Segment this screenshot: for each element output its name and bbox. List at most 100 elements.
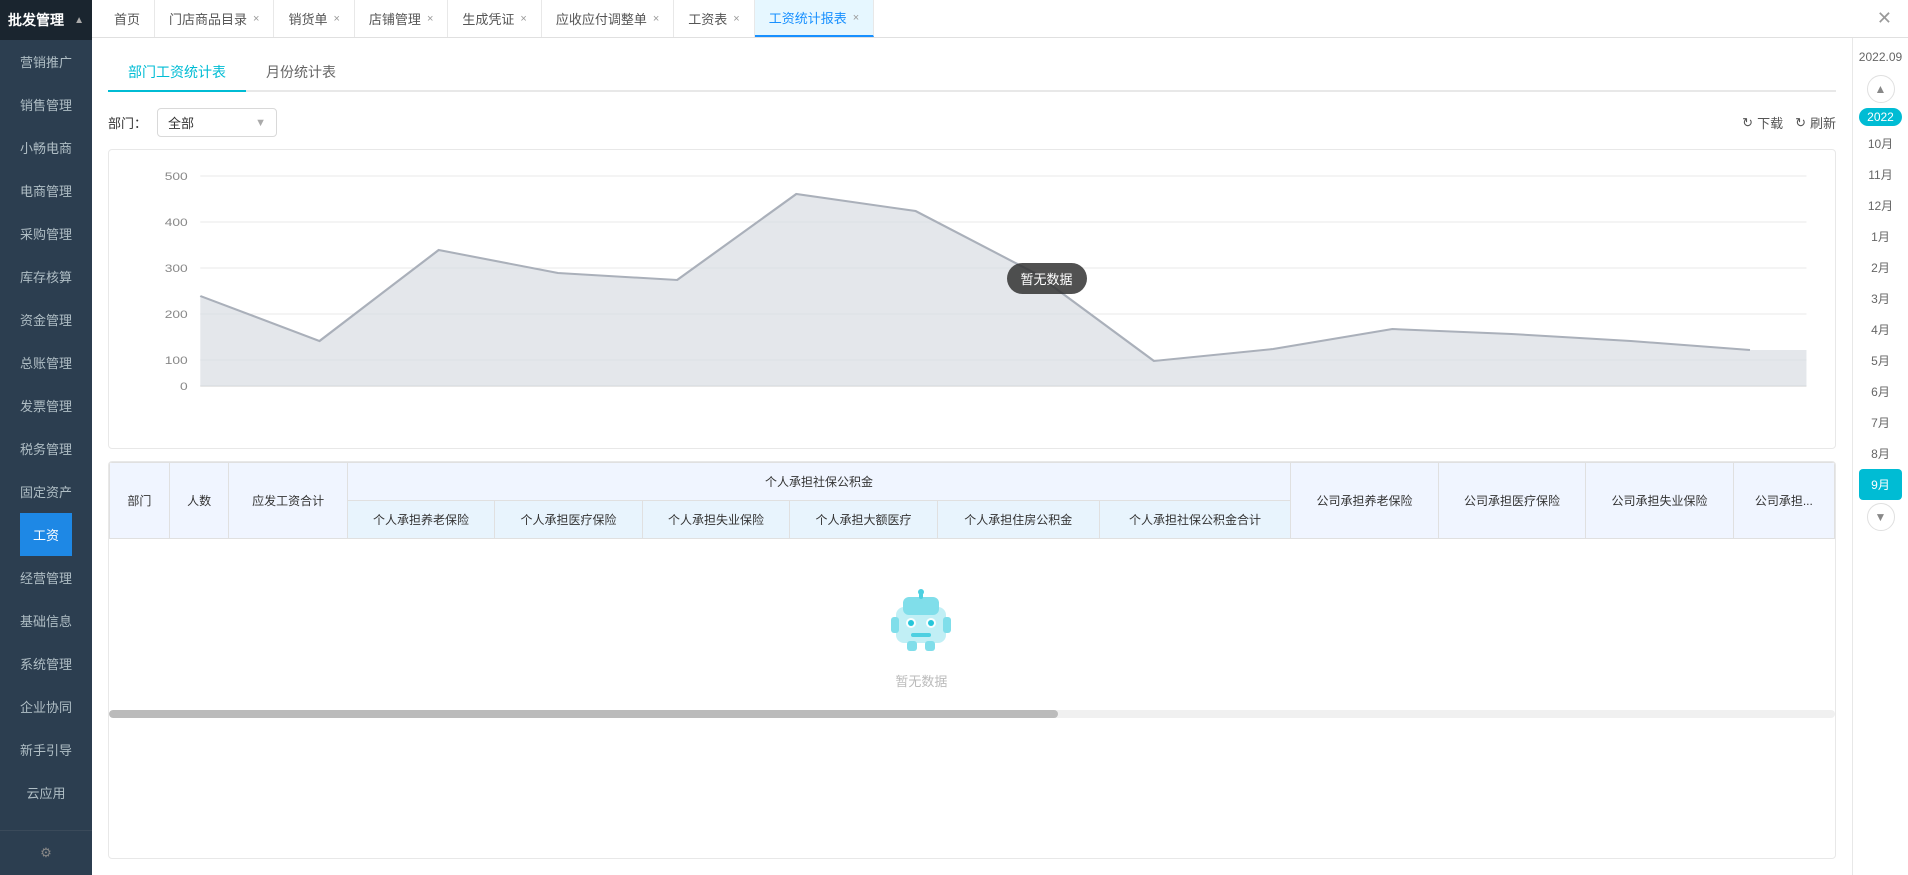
tab-label-store-mgmt: 店铺管理 xyxy=(369,9,421,28)
sidebar-item-fpgl[interactable]: 发票管理 xyxy=(20,384,72,427)
tab-close-payroll[interactable]: × xyxy=(733,13,739,25)
date-month-7月[interactable]: 7月 xyxy=(1859,407,1902,438)
tab-close-payroll-report[interactable]: × xyxy=(853,12,859,24)
date-month-1月[interactable]: 1月 xyxy=(1859,221,1902,252)
svg-text:500: 500 xyxy=(165,170,188,182)
close-all-tabs-icon[interactable]: ✕ xyxy=(1869,8,1900,29)
tab-store-catalog[interactable]: 门店商品目录 × xyxy=(155,0,274,37)
toolbar-right: ↻ 下载 ↻ 刷新 xyxy=(1742,113,1836,132)
col-housing-fund: 个人承担住房公积金 xyxy=(937,501,1099,539)
main-area: 首页门店商品目录×销货单×店铺管理×生成凭证×应收应付调整单×工资表×工资统计报… xyxy=(92,0,1908,875)
svg-text:0: 0 xyxy=(180,380,188,392)
date-month-8月[interactable]: 8月 xyxy=(1859,438,1902,469)
sub-tab-monthly-stats[interactable]: 月份统计表 xyxy=(246,54,356,92)
tab-home[interactable]: 首页 xyxy=(100,0,155,37)
date-month-12月[interactable]: 12月 xyxy=(1859,190,1902,221)
empty-state-label: 暂无数据 xyxy=(895,671,947,690)
date-month-11月[interactable]: 11月 xyxy=(1859,159,1902,190)
date-month-4月[interactable]: 4月 xyxy=(1859,314,1902,345)
sidebar-item-qyxt[interactable]: 企业协同 xyxy=(20,685,72,728)
tab-payroll[interactable]: 工资表 × xyxy=(674,0,754,37)
settings-icon: ⚙ xyxy=(40,845,52,860)
col-dept: 部门 xyxy=(110,463,170,539)
tab-close-store-mgmt[interactable]: × xyxy=(427,13,433,25)
col-group-social: 个人承担社保公积金 xyxy=(347,463,1291,501)
table-scrollbar[interactable] xyxy=(109,710,1835,718)
svg-text:200: 200 xyxy=(165,308,188,320)
date-year-badge[interactable]: 2022 xyxy=(1859,108,1902,126)
col-unemployment: 个人承担失业保险 xyxy=(642,501,790,539)
data-table: 部门 人数 应发工资合计 个人承担社保公积金 公司承担养老保险 公司承担医疗保险… xyxy=(109,462,1835,710)
col-pension: 个人承担养老保险 xyxy=(347,501,495,539)
download-button[interactable]: ↻ 下载 xyxy=(1742,113,1783,132)
tab-close-produce-cert[interactable]: × xyxy=(520,13,526,25)
tab-ap-ar[interactable]: 应收应付调整单× xyxy=(542,0,674,37)
tab-bar-right: ✕ xyxy=(1869,8,1900,29)
tab-label-home: 首页 xyxy=(114,9,140,28)
sidebar-collapse-icon: ▲ xyxy=(74,15,84,26)
col-company-medical: 公司承担医疗保险 xyxy=(1438,463,1586,539)
table-scroll[interactable]: 部门 人数 应发工资合计 个人承担社保公积金 公司承担养老保险 公司承担医疗保险… xyxy=(109,462,1835,710)
sidebar-item-xsgl[interactable]: 销售管理 xyxy=(20,83,72,126)
date-panel-down-nav[interactable]: ▼ xyxy=(1867,503,1895,531)
date-month-3月[interactable]: 3月 xyxy=(1859,283,1902,314)
tab-label-store-catalog: 门店商品目录 xyxy=(169,9,247,28)
date-panel-up-nav[interactable]: ▲ xyxy=(1867,75,1895,103)
svg-text:100: 100 xyxy=(165,354,188,366)
tab-store-mgmt[interactable]: 店铺管理 × xyxy=(355,0,448,37)
col-company-unemployment: 公司承担失业保险 xyxy=(1586,463,1734,539)
col-medical: 个人承担医疗保险 xyxy=(495,501,643,539)
col-base-salary: 应发工资合计 xyxy=(229,463,347,539)
sidebar-item-jygl[interactable]: 经营管理 xyxy=(20,556,72,599)
date-month-10月[interactable]: 10月 xyxy=(1859,128,1902,159)
sidebar-item-xsyd[interactable]: 新手引导 xyxy=(20,728,72,771)
tab-label-payroll: 工资表 xyxy=(688,9,727,28)
dept-label: 部门： xyxy=(108,113,147,132)
date-month-9月[interactable]: 9月 xyxy=(1859,469,1902,500)
sidebar-item-gz[interactable]: 工资 xyxy=(20,513,72,556)
tab-close-ap-ar[interactable]: × xyxy=(653,13,659,25)
dept-select[interactable]: 全部 ▼ xyxy=(157,108,277,137)
page-content: 部门工资统计表 月份统计表 部门： 全部 ▼ ↻ 下载 xyxy=(92,38,1852,875)
sidebar-item-cggl[interactable]: 采购管理 xyxy=(20,212,72,255)
tab-label-sales-order: 销货单 xyxy=(288,9,327,28)
sidebar-item-jcxx[interactable]: 基础信息 xyxy=(20,599,72,642)
tab-label-payroll-report: 工资统计报表 xyxy=(769,8,847,27)
date-panel-year[interactable]: 2022.09 xyxy=(1859,46,1902,68)
date-month-5月[interactable]: 5月 xyxy=(1859,345,1902,376)
sidebar-item-zjgl[interactable]: 资金管理 xyxy=(20,298,72,341)
tab-close-sales-order[interactable]: × xyxy=(333,13,339,25)
sidebar-item-swgl[interactable]: 税务管理 xyxy=(20,427,72,470)
tab-close-store-catalog[interactable]: × xyxy=(253,13,259,25)
sidebar-item-dsgl[interactable]: 电商管理 xyxy=(20,169,72,212)
chevron-down-icon: ▼ xyxy=(255,117,266,129)
sidebar-item-xtgl[interactable]: 系统管理 xyxy=(20,642,72,685)
svg-text:400: 400 xyxy=(165,216,188,228)
area-chart: 500 400 300 200 100 0 xyxy=(125,166,1819,396)
refresh-icon: ↻ xyxy=(1795,115,1806,131)
sidebar-item-kche[interactable]: 库存核算 xyxy=(20,255,72,298)
refresh-label: 刷新 xyxy=(1810,113,1836,132)
col-large-medical: 个人承担大额医疗 xyxy=(790,501,938,539)
content-area: 部门工资统计表 月份统计表 部门： 全部 ▼ ↻ 下载 xyxy=(92,38,1908,875)
refresh-button[interactable]: ↻ 刷新 xyxy=(1795,113,1836,132)
tab-label-produce-cert: 生成凭证 xyxy=(462,9,514,28)
tab-sales-order[interactable]: 销货单 × xyxy=(274,0,354,37)
sub-tab-dept-stats[interactable]: 部门工资统计表 xyxy=(108,54,246,92)
tab-payroll-report[interactable]: 工资统计报表 × xyxy=(755,0,874,37)
sidebar-item-yxtp[interactable]: 营销推广 xyxy=(20,40,72,83)
sidebar-title: 批发管理 xyxy=(8,10,64,30)
date-month-6月[interactable]: 6月 xyxy=(1859,376,1902,407)
sidebar-item-xdds[interactable]: 小畅电商 xyxy=(20,126,72,169)
tab-produce-cert[interactable]: 生成凭证 × xyxy=(448,0,541,37)
date-panel: 2022.09 ▲ 2022 10月11月12月1月2月3月4月5月6月7月8月9… xyxy=(1852,38,1908,875)
toolbar: 部门： 全部 ▼ ↻ 下载 ↻ 刷新 xyxy=(108,108,1836,137)
dept-select-value: 全部 xyxy=(168,113,194,132)
sidebar-item-yy[interactable]: 云应用 xyxy=(20,771,72,814)
sidebar-item-zzgl[interactable]: 总账管理 xyxy=(20,341,72,384)
sidebar-settings[interactable]: ⚙ xyxy=(0,830,92,875)
sidebar-item-gdcc[interactable]: 固定资产 xyxy=(20,470,72,513)
sidebar-header[interactable]: 批发管理 ▲ xyxy=(0,0,92,40)
date-month-2月[interactable]: 2月 xyxy=(1859,252,1902,283)
toolbar-left: 部门： 全部 ▼ xyxy=(108,108,277,137)
